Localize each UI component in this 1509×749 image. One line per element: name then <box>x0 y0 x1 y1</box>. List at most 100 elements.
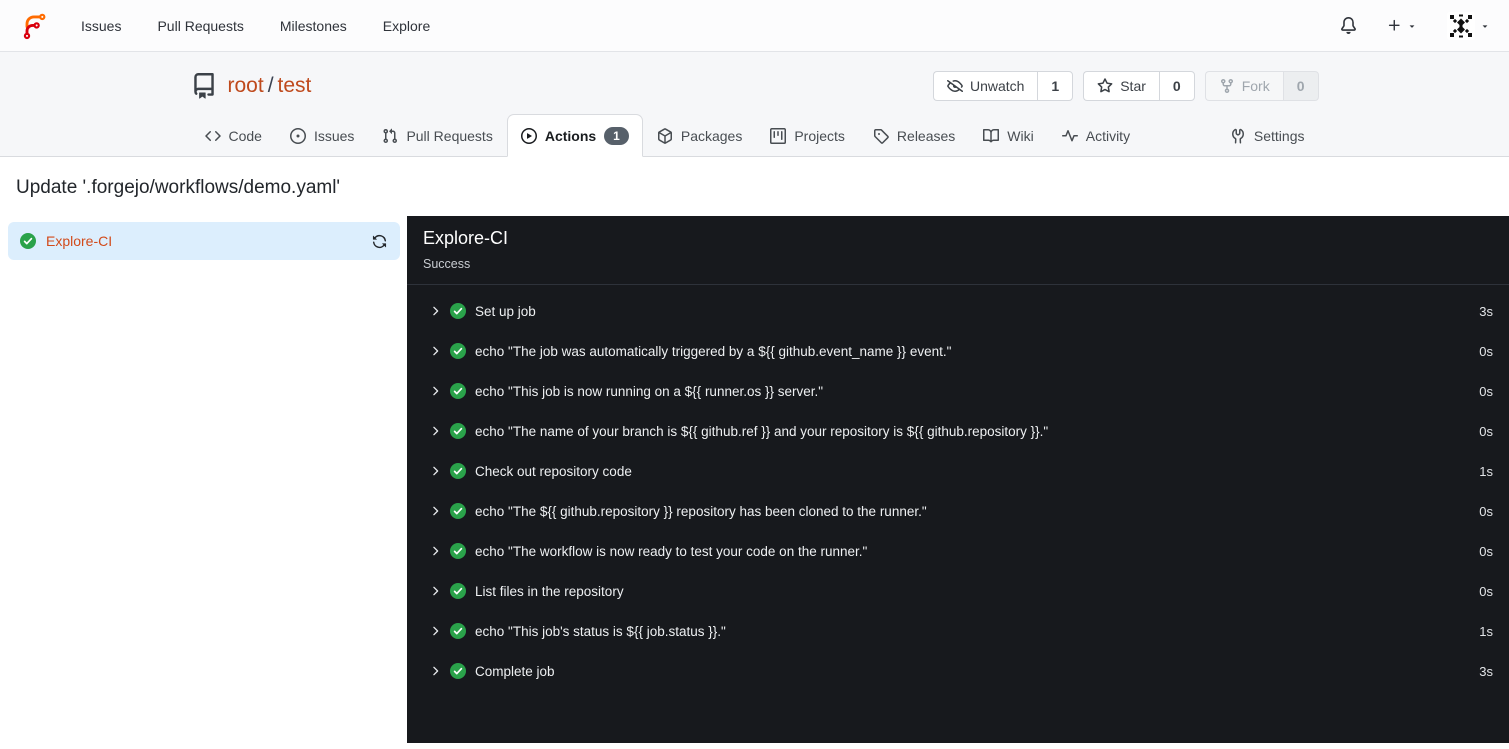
tab-wiki[interactable]: Wiki <box>969 114 1047 157</box>
nav-pull-requests[interactable]: Pull Requests <box>157 18 243 34</box>
chevron-right-icon[interactable] <box>428 464 442 478</box>
chevron-right-icon[interactable] <box>428 544 442 558</box>
job-log-panel: Explore-CI Success Set up job 3s echo "T… <box>407 216 1509 743</box>
job-item-explore-ci[interactable]: Explore-CI <box>8 222 400 260</box>
tab-projects[interactable]: Projects <box>756 114 859 157</box>
step-name: echo "The job was automatically triggere… <box>475 343 952 359</box>
book-open-icon <box>983 128 999 144</box>
forks-count: 0 <box>1282 71 1319 101</box>
chevron-right-icon[interactable] <box>428 664 442 678</box>
actions-count-badge: 1 <box>604 127 629 145</box>
repo-name-link[interactable]: test <box>278 74 312 97</box>
project-board-icon <box>770 128 786 144</box>
step-row[interactable]: echo "The name of your branch is ${{ git… <box>428 411 1493 451</box>
star-button[interactable]: Star <box>1083 71 1159 101</box>
unwatch-label: Unwatch <box>969 78 1025 94</box>
unwatch-button[interactable]: Unwatch <box>932 71 1038 101</box>
chevron-right-icon[interactable] <box>428 304 442 318</box>
job-log-header: Explore-CI Success <box>407 216 1509 285</box>
tab-label: Code <box>228 128 262 144</box>
watch-button-group: Unwatch 1 <box>932 71 1074 101</box>
step-row[interactable]: Check out repository code 1s <box>428 451 1493 491</box>
repo-title-row: root / test Unwatch 1 Star 0 Fork 0 <box>191 52 1319 114</box>
tab-settings[interactable]: Settings <box>1216 114 1319 157</box>
chevron-right-icon[interactable] <box>428 504 442 518</box>
check-circle-icon <box>450 303 466 319</box>
step-row[interactable]: Complete job 3s <box>428 651 1493 691</box>
star-button-group: Star 0 <box>1083 71 1195 101</box>
tab-issues[interactable]: Issues <box>276 114 368 157</box>
tab-releases[interactable]: Releases <box>859 114 969 157</box>
check-circle-icon <box>450 543 466 559</box>
step-row[interactable]: echo "The workflow is now ready to test … <box>428 531 1493 571</box>
check-circle-icon <box>450 383 466 399</box>
check-circle-icon <box>450 623 466 639</box>
step-name: echo "This job is now running on a ${{ r… <box>475 383 824 399</box>
fork-button-group: Fork 0 <box>1204 71 1319 101</box>
tab-packages[interactable]: Packages <box>643 114 756 157</box>
chevron-right-icon[interactable] <box>428 624 442 638</box>
run-body: Explore-CI Explore-CI Success Set up job… <box>0 216 1509 743</box>
step-row[interactable]: echo "This job's status is ${{ job.statu… <box>428 611 1493 651</box>
fork-button: Fork <box>1204 71 1283 101</box>
check-circle-icon <box>20 233 36 249</box>
repo-tabs: Code Issues Pull Requests Actions 1 Pack… <box>191 114 1319 157</box>
step-row[interactable]: echo "The job was automatically triggere… <box>428 331 1493 371</box>
tab-pull-requests[interactable]: Pull Requests <box>368 114 506 157</box>
job-name: Explore-CI <box>46 233 113 249</box>
step-name: Set up job <box>475 303 536 319</box>
chevron-right-icon[interactable] <box>428 344 442 358</box>
chevron-right-icon[interactable] <box>428 424 442 438</box>
play-circle-icon <box>521 128 537 144</box>
tab-code[interactable]: Code <box>191 114 276 157</box>
watchers-count[interactable]: 1 <box>1037 71 1074 101</box>
check-circle-icon <box>450 463 466 479</box>
repo-icon <box>191 73 217 99</box>
eye-slash-icon <box>947 78 963 94</box>
nav-issues[interactable]: Issues <box>81 18 121 34</box>
tab-label: Packages <box>680 128 743 144</box>
tab-actions[interactable]: Actions 1 <box>506 114 643 157</box>
run-title: Update '.forgejo/workflows/demo.yaml' <box>16 177 341 198</box>
chevron-right-icon[interactable] <box>428 384 442 398</box>
repo-owner-link[interactable]: root <box>228 74 264 97</box>
pulse-icon <box>1062 128 1078 144</box>
git-pull-request-icon <box>382 128 398 144</box>
step-row[interactable]: Set up job 3s <box>428 291 1493 331</box>
steps-list: Set up job 3s echo "The job was automati… <box>407 285 1509 691</box>
step-duration: 3s <box>1479 663 1493 679</box>
plus-icon <box>1387 18 1402 33</box>
create-new-dropdown[interactable] <box>1387 18 1417 33</box>
step-row[interactable]: List files in the repository 0s <box>428 571 1493 611</box>
user-menu-dropdown[interactable] <box>1447 11 1490 40</box>
job-status-text: Success <box>423 257 471 271</box>
issue-opened-icon <box>290 128 306 144</box>
step-duration: 0s <box>1479 383 1493 399</box>
step-duration: 1s <box>1479 463 1493 479</box>
navbar-right <box>1340 11 1490 40</box>
caret-down-icon <box>1407 21 1417 31</box>
tab-label: Wiki <box>1007 128 1034 144</box>
tag-icon <box>873 128 889 144</box>
star-icon <box>1097 78 1113 94</box>
step-duration: 0s <box>1479 583 1493 599</box>
nav-explore[interactable]: Explore <box>383 18 430 34</box>
star-label: Star <box>1120 78 1146 94</box>
nav-milestones[interactable]: Milestones <box>280 18 347 34</box>
forgejo-logo[interactable] <box>19 11 49 41</box>
tab-activity[interactable]: Activity <box>1048 114 1144 157</box>
stars-count[interactable]: 0 <box>1158 71 1195 101</box>
step-row[interactable]: echo "This job is now running on a ${{ r… <box>428 371 1493 411</box>
code-icon <box>205 128 221 144</box>
tab-label: Projects <box>794 128 845 144</box>
chevron-right-icon[interactable] <box>428 584 442 598</box>
notifications-button[interactable] <box>1340 17 1357 34</box>
rerun-icon[interactable] <box>372 234 387 249</box>
navbar-links: Issues Pull Requests Milestones Explore <box>81 18 430 34</box>
step-row[interactable]: echo "The ${{ github.repository }} repos… <box>428 491 1493 531</box>
step-duration: 1s <box>1479 623 1493 639</box>
breadcrumb-separator: / <box>267 74 274 97</box>
tab-label: Settings <box>1253 128 1305 144</box>
step-duration: 0s <box>1479 423 1493 439</box>
step-name: echo "The name of your branch is ${{ git… <box>475 423 1049 439</box>
